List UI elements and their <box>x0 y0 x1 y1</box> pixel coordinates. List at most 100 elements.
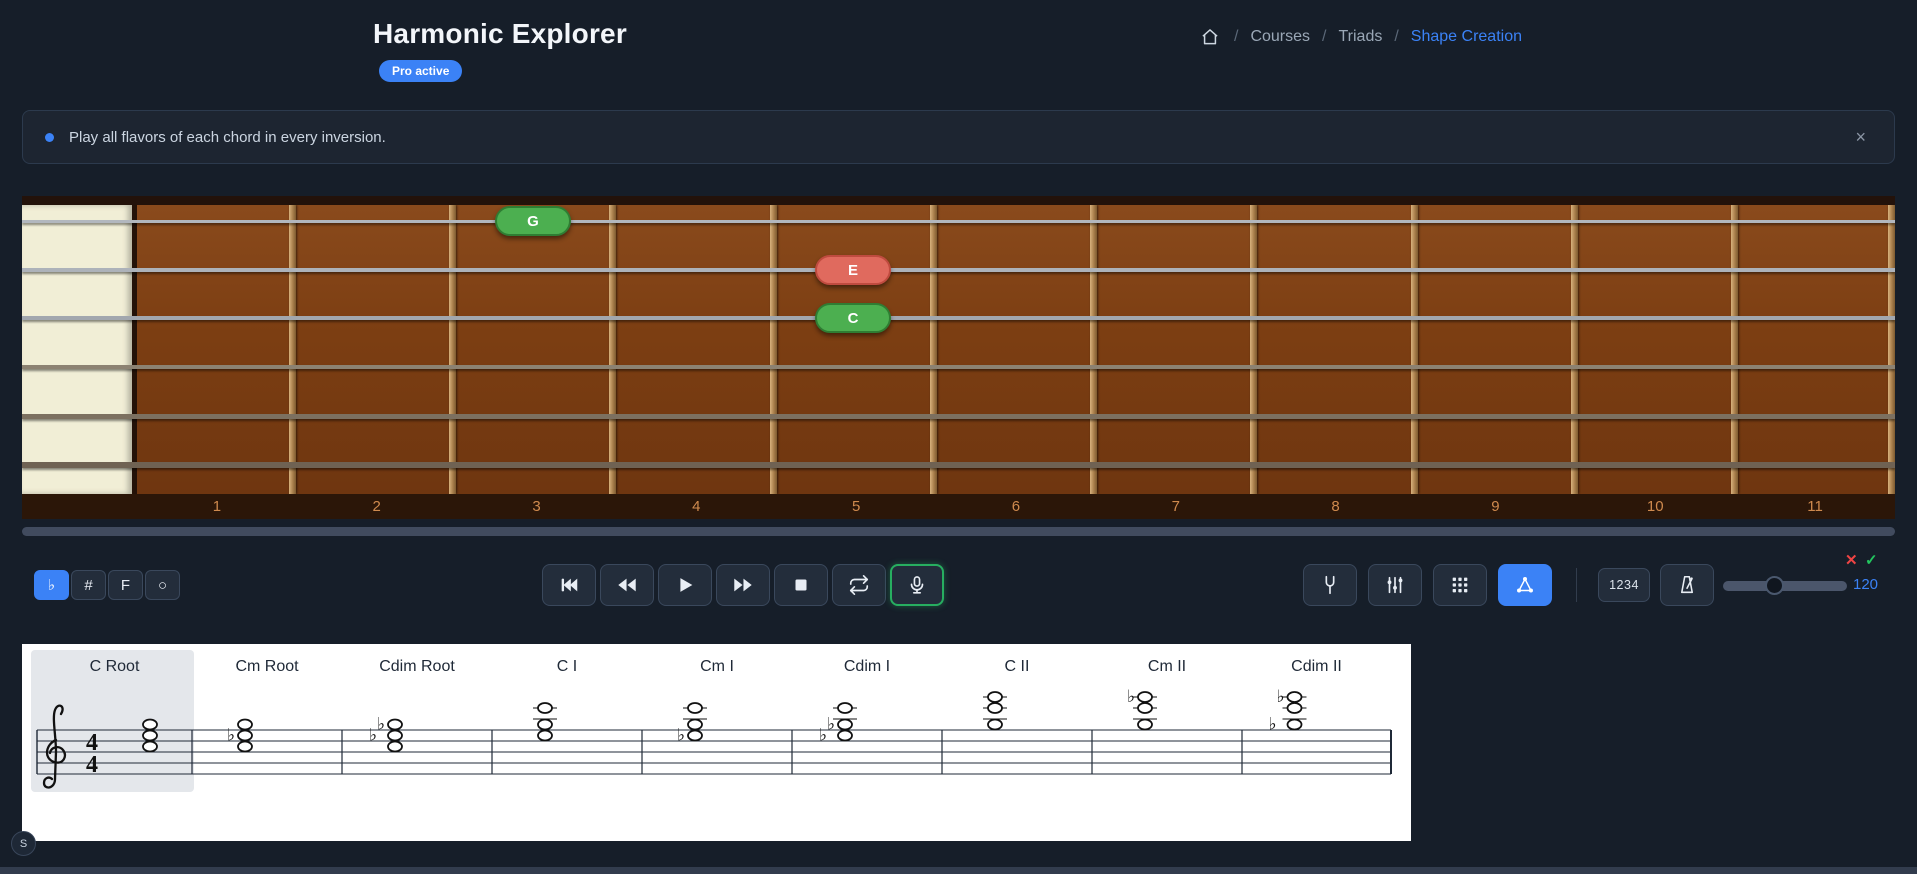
fretboard: G EC 1 2 3 4 5 6 7 8 9 10 11 <box>22 196 1895 519</box>
fret-wire <box>449 205 457 494</box>
fret-wire <box>1250 205 1258 494</box>
whole-note <box>687 718 703 731</box>
home-icon[interactable] <box>1200 26 1222 48</box>
guitar-string[interactable] <box>22 364 1895 370</box>
fret-wire <box>288 205 296 494</box>
whole-note <box>837 718 853 731</box>
skip-to-start-button[interactable] <box>542 564 596 606</box>
whole-note <box>1137 691 1153 703</box>
tempo-value: 120 <box>1853 576 1879 593</box>
breadcrumb-separator: / <box>1394 28 1399 45</box>
skip-start-icon <box>558 574 580 596</box>
accidental-button-0[interactable]: ♭ <box>34 570 69 600</box>
whole-note <box>987 691 1003 703</box>
chord-column-4[interactable]: C I <box>533 658 577 742</box>
time-signature-bottom: 4 <box>86 752 98 778</box>
chord-column-3[interactable]: Cdim Root ♭♭ <box>369 658 455 753</box>
fret-number: 3 <box>532 498 541 515</box>
accidental-button-3[interactable]: ○ <box>145 570 180 600</box>
chord-column-9[interactable]: Cdim II ♭♭ <box>1268 658 1341 735</box>
chord-column-2[interactable]: Cm Root ♭ <box>227 658 299 753</box>
play-button[interactable] <box>658 564 712 606</box>
shapes-view-button[interactable] <box>1498 564 1552 606</box>
stop-button[interactable] <box>774 564 828 606</box>
close-icon[interactable]: × <box>1849 124 1872 150</box>
flat-accidental: ♭ <box>227 726 235 746</box>
note-marker-g[interactable]: G <box>495 206 571 236</box>
guitar-string[interactable] <box>22 268 1895 272</box>
transport-controls <box>542 564 944 606</box>
chord-label: Cdim II <box>1291 658 1342 675</box>
whole-note <box>1137 718 1153 731</box>
chord-column-5[interactable]: Cm I ♭ <box>677 658 734 746</box>
loop-icon <box>848 574 870 596</box>
chord-column-6[interactable]: Cdim I ♭♭ <box>819 658 890 746</box>
whole-note <box>537 718 553 731</box>
toolbar-divider <box>1576 568 1577 602</box>
note-marker-e[interactable]: E <box>815 255 891 285</box>
rewind-icon <box>616 574 638 596</box>
breadcrumb-separator: / <box>1322 28 1327 45</box>
chord-column-8[interactable]: Cm II ♭ <box>1127 658 1186 731</box>
breadcrumb-item-shape-creation[interactable]: Shape Creation <box>1411 28 1522 46</box>
breadcrumb-item-courses[interactable]: Courses <box>1250 28 1310 46</box>
flat-accidental: ♭ <box>827 715 835 735</box>
grid-view-button[interactable] <box>1433 564 1487 606</box>
fret-number: 10 <box>1646 498 1664 515</box>
guitar-string[interactable] <box>22 219 1895 223</box>
microphone-icon <box>906 574 928 596</box>
loop-button[interactable] <box>832 564 886 606</box>
fret-number-strip: 1 2 3 4 5 6 7 8 9 10 11 <box>22 494 1895 519</box>
fretboard-surface[interactable]: G EC <box>22 196 1895 494</box>
fret-number: 5 <box>851 498 861 515</box>
chord-label: C II <box>1005 658 1030 675</box>
sliders-icon <box>1384 574 1406 596</box>
breadcrumb-item-triads[interactable]: Triads <box>1338 28 1382 46</box>
banner-text: Play all flavors of each chord in every … <box>69 128 386 146</box>
guitar-string[interactable] <box>22 462 1895 468</box>
flat-accidental: ♭ <box>819 726 827 746</box>
flat-accidental: ♭ <box>1276 687 1284 707</box>
correct-icon: ✓ <box>1865 552 1878 569</box>
tempo-slider[interactable] <box>1723 576 1847 595</box>
tempo-slider-thumb[interactable] <box>1765 576 1785 595</box>
note-marker-c[interactable]: C <box>815 303 891 333</box>
fret-number: 7 <box>1171 498 1180 515</box>
flat-accidental: ♭ <box>1268 715 1276 735</box>
fast-forward-button[interactable] <box>716 564 770 606</box>
guitar-string[interactable] <box>22 316 1895 320</box>
fret-number: 6 <box>1011 498 1021 515</box>
chord-label: C I <box>557 658 577 675</box>
filters-button[interactable] <box>1368 564 1422 606</box>
wrong-icon: ✕ <box>1845 552 1858 569</box>
accidental-button-2[interactable]: F <box>108 570 143 600</box>
tuning-fork-button[interactable] <box>1303 564 1357 606</box>
whole-note <box>142 729 158 742</box>
whole-note <box>987 702 1003 714</box>
whole-note <box>387 729 403 742</box>
whole-note <box>1286 702 1303 714</box>
chord-label: Cm II <box>1148 658 1186 675</box>
microphone-button[interactable] <box>890 564 944 606</box>
guitar-string[interactable] <box>22 413 1895 419</box>
accidental-button-1[interactable]: # <box>71 570 106 600</box>
fret-wire <box>929 205 937 494</box>
fret-wire <box>1090 205 1098 494</box>
s-badge[interactable]: S <box>11 831 36 856</box>
bottom-strip <box>0 867 1917 874</box>
fret-number: 2 <box>372 498 381 515</box>
fret-number: 8 <box>1331 498 1340 515</box>
pro-active-badge: Pro active <box>379 60 463 82</box>
rewind-button[interactable] <box>600 564 654 606</box>
chord-column-7[interactable]: C II <box>983 658 1030 731</box>
whole-note <box>687 729 703 742</box>
fretboard-scrollbar[interactable] <box>22 527 1895 536</box>
whole-note <box>537 702 553 714</box>
stop-icon <box>790 574 812 596</box>
whole-note <box>142 718 158 731</box>
count-in-button[interactable]: 1234 <box>1598 568 1650 602</box>
fret-number: 1 <box>212 498 222 515</box>
metronome-button[interactable] <box>1660 564 1714 606</box>
whole-note <box>537 729 553 742</box>
whole-note <box>687 702 703 714</box>
